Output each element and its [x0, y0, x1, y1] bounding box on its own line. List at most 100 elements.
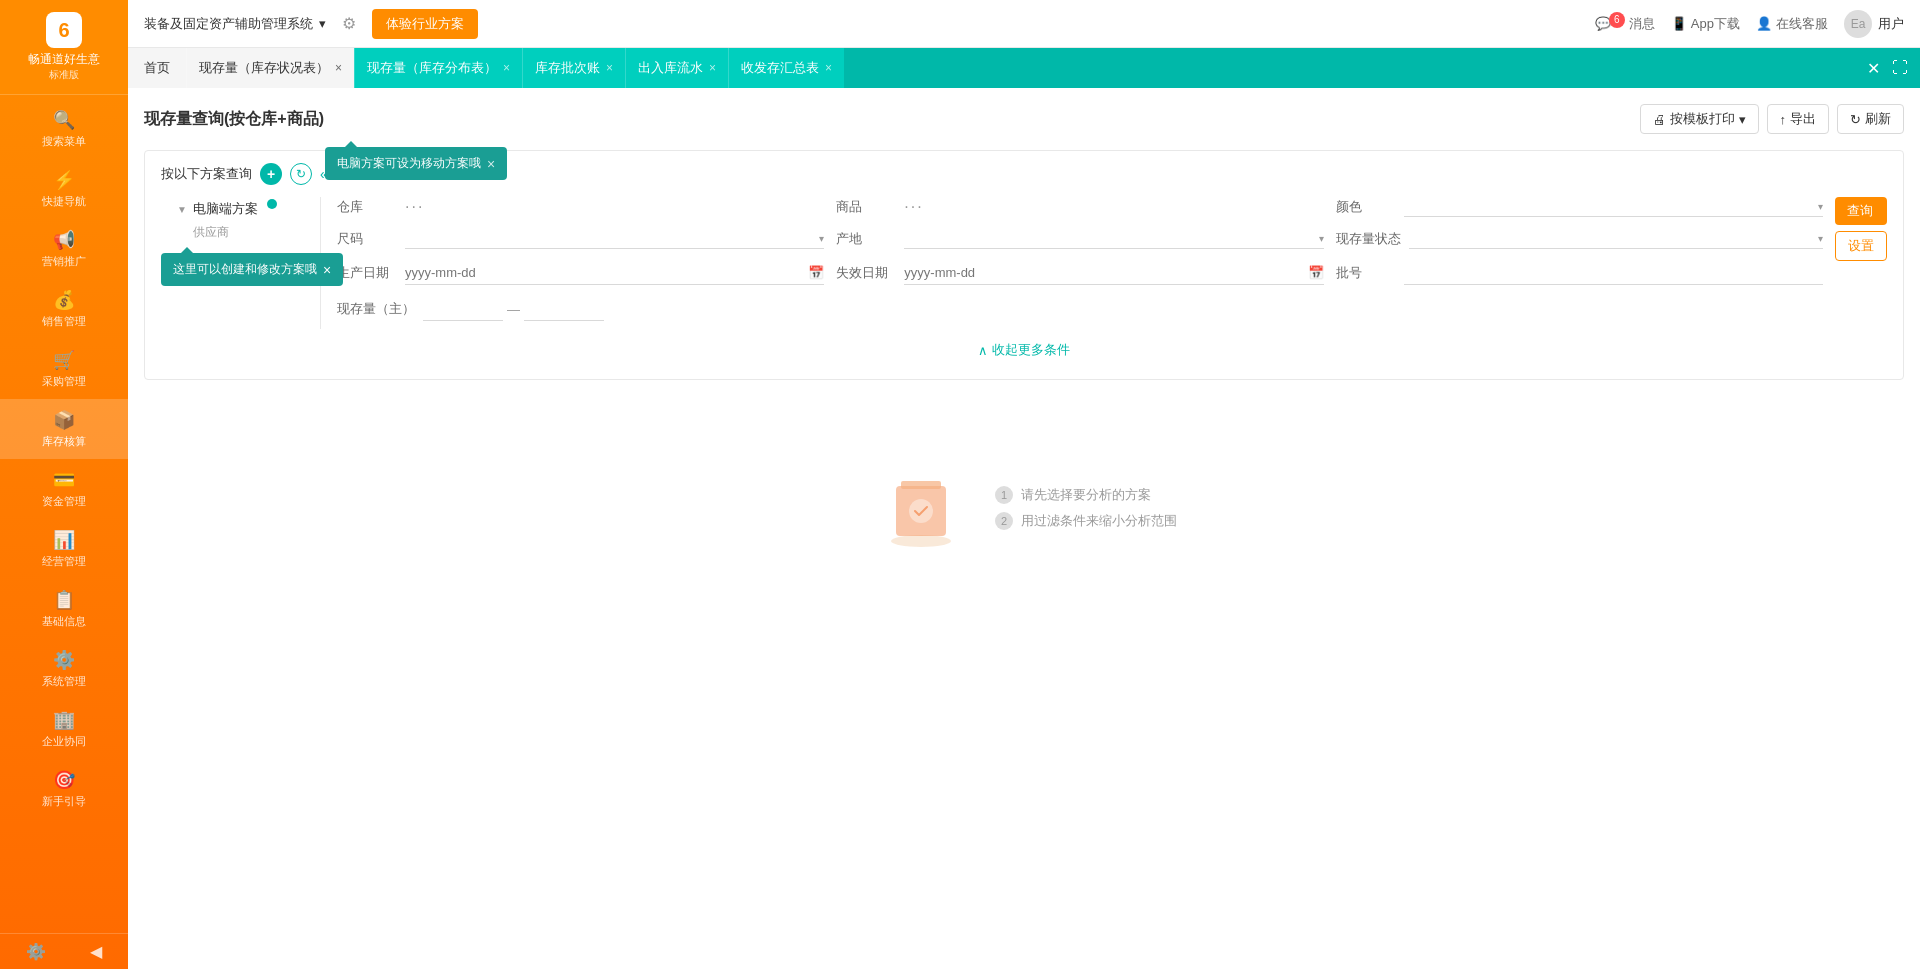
filter-fields: 仓库 ··· 商品 ··· 颜色 ▾ — [321, 197, 1823, 329]
product-label: 商品 — [836, 198, 896, 216]
tab-close-inventory-dist[interactable]: × — [503, 61, 510, 75]
tab-inventory-batch[interactable]: 库存批次账 × — [522, 48, 625, 88]
tab-in-out-flow[interactable]: 出入库流水 × — [625, 48, 728, 88]
export-btn[interactable]: ↑ 导出 — [1767, 104, 1830, 134]
size-arrow: ▾ — [819, 233, 824, 244]
stock-status-arrow: ▾ — [1818, 233, 1823, 244]
tooltip-create-close[interactable]: × — [323, 262, 331, 278]
quick-icon: ⚡ — [53, 169, 75, 191]
page: 现存量查询(按仓库+商品) 🖨 按模板打印 ▾ ↑ 导出 ↻ 刷新 — [128, 88, 1920, 969]
size-field: 尺码 ▾ — [337, 229, 824, 249]
sidebar-item-sales[interactable]: 💰 销售管理 — [0, 279, 128, 339]
produce-date-text[interactable] — [405, 265, 808, 280]
inventory-range-sep: — — [507, 302, 520, 317]
tab-inventory-dist[interactable]: 现存量（库存分布表） × — [354, 48, 522, 88]
settings-icon[interactable]: ⚙ — [342, 14, 356, 33]
produce-date-label: 生产日期 — [337, 264, 397, 282]
purchase-icon: 🛒 — [53, 349, 75, 371]
product-dots[interactable]: ··· — [904, 198, 923, 216]
tab-in-out-flow-label: 出入库流水 — [638, 59, 703, 77]
sidebar-item-enterprise[interactable]: 🏢 企业协同 — [0, 699, 128, 759]
industry-btn[interactable]: 体验行业方案 — [372, 9, 478, 39]
sidebar-item-operations[interactable]: 📊 经营管理 — [0, 519, 128, 579]
color-field: 颜色 ▾ — [1336, 197, 1823, 217]
tip-1-text: 请先选择要分析的方案 — [1021, 486, 1151, 504]
produce-date-field: 生产日期 📅 — [337, 261, 824, 285]
scheme-panel: 这里可以创建和修改方案哦 × ▼ 电脑端方案 供应商 — [161, 197, 321, 329]
setting-btn[interactable]: 设置 — [1835, 231, 1887, 261]
empty-tip-2: 2 用过滤条件来缩小分析范围 — [995, 512, 1177, 530]
sidebar-item-system[interactable]: ⚙️ 系统管理 — [0, 639, 128, 699]
desktop-child-label: 供应商 — [193, 224, 229, 241]
refresh-btn[interactable]: ↻ 刷新 — [1837, 104, 1904, 134]
inventory-main-label: 现存量（主） — [337, 300, 415, 318]
inventory-max-input[interactable] — [524, 297, 604, 321]
color-select[interactable]: ▾ — [1404, 197, 1823, 217]
sidebar-item-quick[interactable]: ⚡ 快捷导航 — [0, 159, 128, 219]
inventory-min-input[interactable] — [423, 297, 503, 321]
settings-btn[interactable]: ⚙️ — [26, 942, 46, 961]
desktop-scheme-item[interactable]: ▼ 电脑端方案 — [177, 197, 312, 221]
filter-row-4: 现存量（主） — — [337, 297, 1823, 321]
desktop-scheme-child[interactable]: 供应商 — [193, 221, 312, 244]
user-label: 用户 — [1878, 15, 1904, 33]
tooltip-scheme-close[interactable]: × — [487, 156, 495, 172]
tab-close-in-out-flow[interactable]: × — [709, 61, 716, 75]
tab-receive-send[interactable]: 收发存汇总表 × — [728, 48, 844, 88]
sidebar-logo: 6 畅通道好生意 标准版 — [0, 0, 128, 95]
stock-status-select[interactable]: ▾ — [1409, 229, 1823, 249]
main-area: 装备及固定资产辅助管理系统 ▾ ⚙ 体验行业方案 💬 6 消息 📱 App下载 … — [128, 0, 1920, 969]
sidebar-item-basic[interactable]: 📋 基础信息 — [0, 579, 128, 639]
tab-fullscreen-icon[interactable]: ⛶ — [1888, 55, 1912, 81]
filter-header-label: 按以下方案查询 — [161, 165, 252, 183]
refresh-icon: ↻ — [1850, 112, 1861, 127]
tab-home[interactable]: 首页 — [128, 48, 186, 88]
tab-receive-send-label: 收发存汇总表 — [741, 59, 819, 77]
tab-inventory-status[interactable]: 现存量（库存状况表） × — [186, 48, 354, 88]
expire-date-input: 📅 — [904, 261, 1323, 285]
app-download-action[interactable]: 📱 App下载 — [1671, 15, 1740, 33]
sidebar-item-inventory[interactable]: 📦 库存核算 — [0, 399, 128, 459]
size-select[interactable]: ▾ — [405, 229, 824, 249]
sidebar-item-purchase[interactable]: 🛒 采购管理 — [0, 339, 128, 399]
tooltip-create-text: 这里可以创建和修改方案哦 — [173, 261, 317, 278]
empty-state: 1 请先选择要分析的方案 2 用过滤条件来缩小分析范围 — [144, 396, 1904, 619]
expire-date-calendar-icon[interactable]: 📅 — [1308, 265, 1324, 280]
tab-close-inventory-batch[interactable]: × — [606, 61, 613, 75]
origin-select[interactable]: ▾ — [904, 229, 1323, 249]
filter-refresh-btn[interactable]: ↻ — [290, 163, 312, 185]
template-print-btn[interactable]: 🖨 按模板打印 ▾ — [1640, 104, 1759, 134]
system-title-area[interactable]: 装备及固定资产辅助管理系统 ▾ — [144, 15, 326, 33]
origin-arrow: ▾ — [1319, 233, 1324, 244]
export-label: 导出 — [1790, 110, 1816, 128]
sidebar-item-finance[interactable]: 💳 资金管理 — [0, 459, 128, 519]
sidebar-item-search[interactable]: 🔍 搜索菜单 — [0, 99, 128, 159]
inventory-icon: 📦 — [53, 409, 75, 431]
filter-add-btn[interactable]: + — [260, 163, 282, 185]
product-field: 商品 ··· — [836, 197, 1323, 217]
phone-icon: 📱 — [1671, 16, 1687, 31]
online-service-action[interactable]: 👤 在线客服 — [1756, 15, 1828, 33]
batch-field: 批号 — [1336, 261, 1823, 285]
tab-close-all-icon[interactable]: ✕ — [1863, 55, 1884, 82]
warehouse-dots[interactable]: ··· — [405, 198, 424, 216]
produce-date-calendar-icon[interactable]: 📅 — [808, 265, 824, 280]
sidebar-item-marketing[interactable]: 📢 营销推广 — [0, 219, 128, 279]
expire-date-text[interactable] — [904, 265, 1307, 280]
user-area[interactable]: Ea 用户 — [1844, 10, 1904, 38]
batch-input[interactable] — [1404, 261, 1823, 285]
message-action[interactable]: 💬 6 消息 — [1595, 15, 1655, 33]
tab-inventory-dist-label: 现存量（库存分布表） — [367, 59, 497, 77]
expire-date-label: 失效日期 — [836, 264, 896, 282]
tooltip-scheme-text: 电脑方案可设为移动方案哦 — [337, 155, 481, 172]
collapse-label: 收起更多条件 — [992, 341, 1070, 359]
collapse-sidebar-btn[interactable]: ◀ — [90, 942, 102, 961]
tab-close-inventory-status[interactable]: × — [335, 61, 342, 75]
tab-close-receive-send[interactable]: × — [825, 61, 832, 75]
collapse-btn[interactable]: ∧ 收起更多条件 — [161, 333, 1887, 367]
expire-date-field: 失效日期 📅 — [836, 261, 1323, 285]
sidebar-item-guide[interactable]: 🎯 新手引导 — [0, 759, 128, 819]
query-btn[interactable]: 查询 — [1835, 197, 1887, 225]
message-label: 消息 — [1629, 15, 1655, 33]
message-badge: 6 — [1609, 12, 1625, 28]
